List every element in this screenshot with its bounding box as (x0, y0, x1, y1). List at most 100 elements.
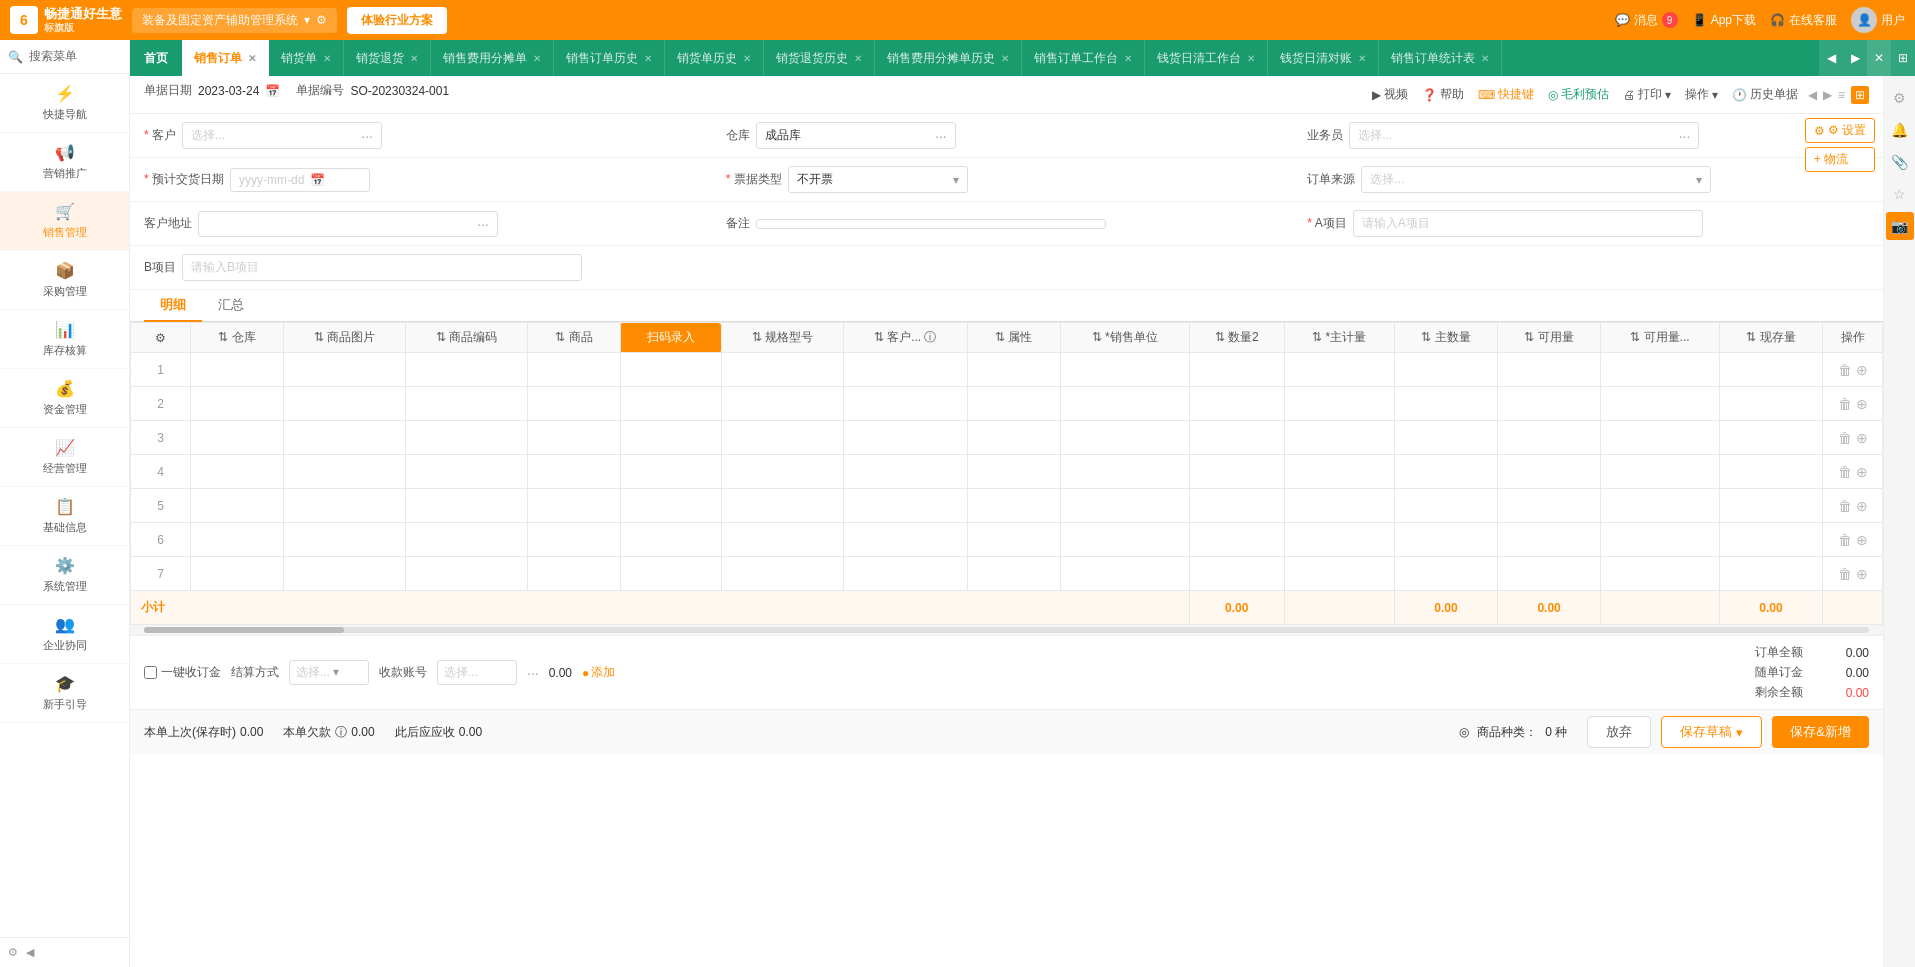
solution-button[interactable]: 体验行业方案 (347, 7, 447, 34)
delete-row-btn[interactable]: 🗑 (1838, 362, 1852, 378)
delete-row-btn[interactable]: 🗑 (1838, 566, 1852, 582)
copy-row-btn[interactable]: ⊕ (1856, 430, 1868, 446)
th-qty2[interactable]: ⇅ 数量2 (1189, 323, 1284, 353)
th-warehouse[interactable]: ⇅ 仓库 (191, 323, 284, 353)
close-tab-fee-history[interactable]: ✕ (1001, 53, 1009, 64)
add-material-button[interactable]: + 物流 (1805, 147, 1875, 172)
sidebar-item-operations[interactable]: 📈 经营管理 (0, 428, 129, 487)
nav-prev-record[interactable]: ◀ (1808, 88, 1817, 102)
tab-sales-return[interactable]: 销货退货 ✕ (344, 40, 431, 76)
order-source-input[interactable]: 选择... ▾ (1361, 166, 1711, 193)
tab-home[interactable]: 首页 (130, 40, 182, 76)
close-tab-sales-order[interactable]: ✕ (248, 53, 256, 64)
tab-fee-history[interactable]: 销售费用分摊单历史 ✕ (875, 40, 1022, 76)
scrollbar-track[interactable] (144, 627, 1869, 633)
system-title[interactable]: 装备及固定资产辅助管理系统 ▾ ⚙ (132, 8, 337, 33)
nav-more-arrow[interactable]: ✕ (1867, 40, 1891, 76)
th-spec[interactable]: ⇅ 规格型号 (721, 323, 843, 353)
a-project-input[interactable]: 请输入A项目 (1353, 210, 1703, 237)
online-service-btn[interactable]: 🎧 在线客服 (1770, 12, 1837, 29)
tab-sales-order[interactable]: 销售订单 ✕ (182, 40, 269, 76)
account-select[interactable]: 选择... (437, 660, 517, 685)
copy-row-btn[interactable]: ⊕ (1856, 566, 1868, 582)
th-customer-code[interactable]: ⇅ 客户... ⓘ (843, 323, 967, 353)
one-click-checkbox[interactable]: 一键收订金 (144, 664, 221, 681)
sidebar-item-sales[interactable]: 🛒 销售管理 (0, 192, 129, 251)
copy-row-btn[interactable]: ⊕ (1856, 396, 1868, 412)
payment-select[interactable]: 选择... ▾ (289, 660, 369, 685)
tab-order-workbench[interactable]: 销售订单工作台 ✕ (1022, 40, 1145, 76)
calendar-icon[interactable]: 📅 (265, 84, 280, 98)
th-attr[interactable]: ⇅ 属性 (967, 323, 1060, 353)
close-tab-order-workbench[interactable]: ✕ (1124, 53, 1132, 64)
close-tab-cash-workbench[interactable]: ✕ (1247, 53, 1255, 64)
th-main-qty[interactable]: ⇅ 主数量 (1394, 323, 1497, 353)
right-panel-star[interactable]: ☆ (1886, 180, 1914, 208)
th-available2[interactable]: ⇅ 可用量... (1601, 323, 1720, 353)
warehouse-input[interactable]: 成品库 ··· (756, 122, 956, 149)
save-draft-button[interactable]: 保存草稿 ▾ (1661, 716, 1762, 748)
form-view-icon[interactable]: ⊞ (1851, 86, 1869, 104)
sidebar-item-collab[interactable]: 👥 企业协同 (0, 605, 129, 664)
app-download-btn[interactable]: 📱 App下载 (1692, 12, 1756, 29)
view-btn[interactable]: ▶ 视频 (1368, 84, 1412, 105)
th-product-img[interactable]: ⇅ 商品图片 (284, 323, 406, 353)
nav-next-record[interactable]: ▶ (1823, 88, 1832, 102)
close-tab-sales-fee[interactable]: ✕ (533, 53, 541, 64)
th-main-unit[interactable]: ⇅ *主计量 (1284, 323, 1394, 353)
copy-row-btn[interactable]: ⊕ (1856, 498, 1868, 514)
tab-detail[interactable]: 明细 (144, 290, 202, 322)
invoice-input[interactable]: 不开票 ▾ (788, 166, 968, 193)
copy-row-btn[interactable]: ⊕ (1856, 362, 1868, 378)
b-project-input[interactable]: 请输入B项目 (182, 254, 582, 281)
close-tab-order-history[interactable]: ✕ (644, 53, 652, 64)
settings-icon[interactable]: ⚙ (316, 13, 327, 27)
close-tab-sales-goods[interactable]: ✕ (323, 53, 331, 64)
close-tab-sales-return[interactable]: ✕ (410, 53, 418, 64)
shortcut-btn[interactable]: ⌨ 快捷键 (1474, 84, 1538, 105)
tab-sales-goods[interactable]: 销货单 ✕ (269, 40, 344, 76)
history-btn[interactable]: 🕐 历史单据 (1728, 84, 1802, 105)
th-available[interactable]: ⇅ 可用量 (1498, 323, 1601, 353)
tab-goods-history[interactable]: 销货单历史 ✕ (665, 40, 764, 76)
print-btn[interactable]: 🖨 打印 ▾ (1619, 84, 1675, 105)
copy-row-btn[interactable]: ⊕ (1856, 532, 1868, 548)
close-tab-cash-reconcile[interactable]: ✕ (1358, 53, 1366, 64)
scrollbar-thumb[interactable] (144, 627, 344, 633)
th-unit[interactable]: ⇅ *销售单位 (1060, 323, 1189, 353)
tab-sales-fee[interactable]: 销售费用分摊单 ✕ (431, 40, 554, 76)
business-input[interactable]: 选择... ··· (1349, 122, 1699, 149)
sidebar-item-quick-nav[interactable]: ⚡ 快捷导航 (0, 74, 129, 133)
profit-btn[interactable]: ◎ 毛利预估 (1544, 84, 1613, 105)
sidebar-item-purchase[interactable]: 📦 采购管理 (0, 251, 129, 310)
th-product-code[interactable]: ⇅ 商品编码 (405, 323, 527, 353)
nav-prev-arrow[interactable]: ◀ (1819, 40, 1843, 76)
nav-expand-arrow[interactable]: ⊞ (1891, 40, 1915, 76)
tab-return-history[interactable]: 销货退货历史 ✕ (764, 40, 875, 76)
sidebar-item-inventory[interactable]: 📊 库存核算 (0, 310, 129, 369)
th-stock[interactable]: ⇅ 现存量 (1719, 323, 1822, 353)
operate-btn[interactable]: 操作 ▾ (1681, 84, 1722, 105)
sidebar-item-finance[interactable]: 💰 资金管理 (0, 369, 129, 428)
settings-button[interactable]: ⚙ ⚙ 设置 (1805, 118, 1875, 143)
add-payment-btn[interactable]: ● 添加 (582, 664, 615, 681)
tab-order-history[interactable]: 销售订单历史 ✕ (554, 40, 665, 76)
delivery-date-input[interactable]: yyyy-mm-dd 📅 (230, 168, 370, 192)
copy-row-btn[interactable]: ⊕ (1856, 464, 1868, 480)
th-scan[interactable]: 扫码录入 (620, 323, 721, 353)
right-panel-camera[interactable]: 📷 (1886, 212, 1914, 240)
sidebar-item-guide[interactable]: 🎓 新手引导 (0, 664, 129, 723)
collapse-icon[interactable]: ◀ (26, 946, 34, 959)
close-tab-goods-history[interactable]: ✕ (743, 53, 751, 64)
help-btn[interactable]: ❓ 帮助 (1418, 84, 1468, 105)
discard-button[interactable]: 放弃 (1587, 716, 1651, 748)
save-new-button[interactable]: 保存&新增 (1772, 716, 1869, 748)
nav-next-arrow[interactable]: ▶ (1843, 40, 1867, 76)
right-panel-bell[interactable]: 🔔 (1886, 116, 1914, 144)
gear-icon[interactable]: ⚙ (8, 946, 18, 959)
right-panel-attach[interactable]: 📎 (1886, 148, 1914, 176)
tab-summary[interactable]: 汇总 (202, 290, 260, 322)
customer-input[interactable]: 选择... ··· (182, 122, 382, 149)
delete-row-btn[interactable]: 🗑 (1838, 464, 1852, 480)
sidebar-item-system[interactable]: ⚙️ 系统管理 (0, 546, 129, 605)
